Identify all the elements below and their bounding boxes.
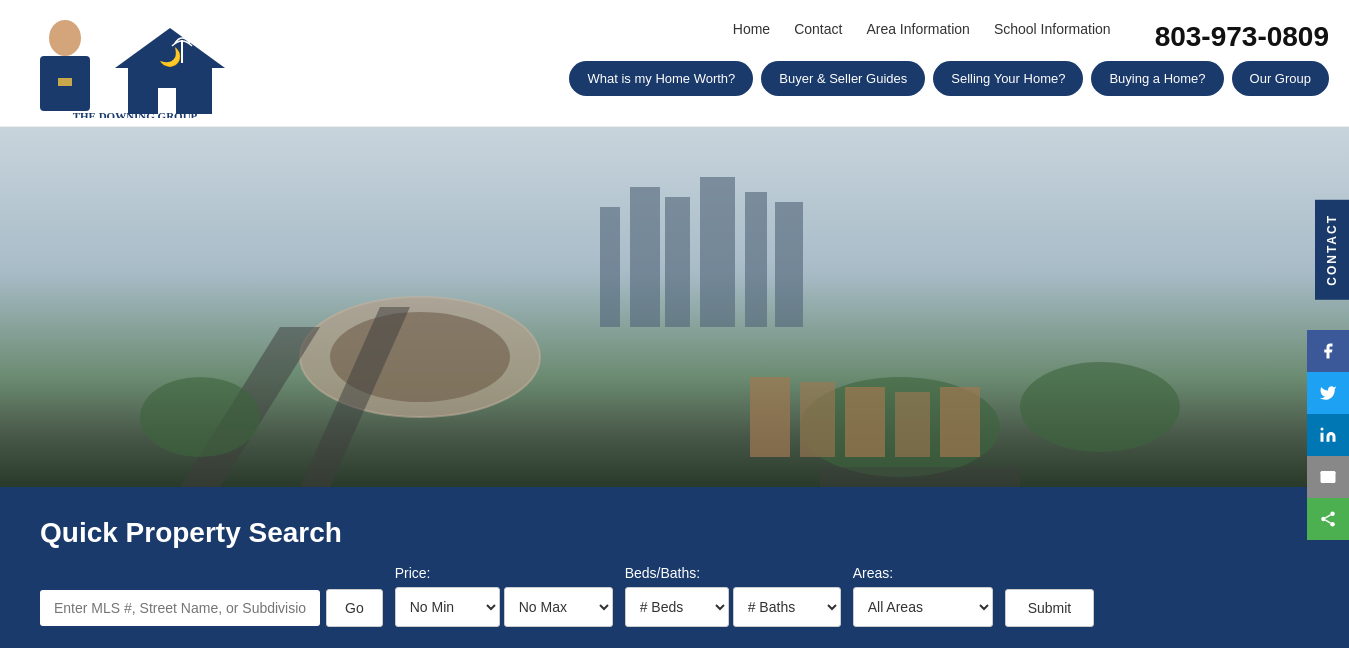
twitter-button[interactable] xyxy=(1307,372,1349,414)
svg-point-1 xyxy=(1330,512,1335,517)
price-max-select[interactable]: No Max xyxy=(504,587,613,627)
search-section: Quick Property Search Go Price: No Min N… xyxy=(0,487,1349,648)
svg-rect-19 xyxy=(700,177,735,327)
email-button[interactable] xyxy=(1307,456,1349,498)
price-field-group: Price: No Min No Max xyxy=(395,565,613,627)
svg-rect-32 xyxy=(895,392,930,457)
svg-point-28 xyxy=(1020,362,1180,452)
nav-home[interactable]: Home xyxy=(733,21,770,53)
home-worth-button[interactable]: What is my Home Worth? xyxy=(569,61,753,96)
buying-home-button[interactable]: Buying a Home? xyxy=(1091,61,1223,96)
beds-baths-field-group: Beds/Baths: # Beds # Baths xyxy=(625,565,841,627)
svg-rect-34 xyxy=(820,467,1020,487)
svg-line-4 xyxy=(1325,520,1330,523)
buyer-seller-guides-button[interactable]: Buyer & Seller Guides xyxy=(761,61,925,96)
beds-select[interactable]: # Beds xyxy=(625,587,729,627)
svg-line-5 xyxy=(1325,515,1330,518)
areas-select[interactable]: All Areas xyxy=(853,587,993,627)
svg-point-3 xyxy=(1330,522,1335,527)
svg-rect-30 xyxy=(800,382,835,457)
header: 🌙 THE DOWNING GROUP Home Contact Area In… xyxy=(0,0,1349,127)
svg-rect-33 xyxy=(940,387,980,457)
svg-rect-18 xyxy=(665,197,690,327)
nav-school-info[interactable]: School Information xyxy=(994,21,1111,53)
svg-rect-17 xyxy=(630,187,660,327)
svg-text:THE DOWNING GROUP: THE DOWNING GROUP xyxy=(73,110,198,118)
contact-sidebar[interactable]: CONTACT xyxy=(1315,200,1349,300)
areas-field-group: Areas: All Areas xyxy=(853,565,993,627)
svg-point-2 xyxy=(1321,517,1326,522)
social-sidebar xyxy=(1307,330,1349,540)
svg-text:🌙: 🌙 xyxy=(159,46,182,68)
nav-contact[interactable]: Contact xyxy=(794,21,842,53)
areas-label: Areas: xyxy=(853,565,993,581)
contact-tab-label[interactable]: CONTACT xyxy=(1315,200,1349,300)
price-min-select[interactable]: No Min xyxy=(395,587,500,627)
nav-area-info[interactable]: Area Information xyxy=(866,21,970,53)
search-form: Go Price: No Min No Max Beds/Baths: # Be… xyxy=(40,565,1309,627)
svg-point-6 xyxy=(49,20,81,56)
selling-home-button[interactable]: Selling Your Home? xyxy=(933,61,1083,96)
beds-baths-label: Beds/Baths: xyxy=(625,565,841,581)
logo-area: 🌙 THE DOWNING GROUP xyxy=(20,8,250,118)
svg-rect-29 xyxy=(750,377,790,457)
hero-image xyxy=(0,127,1349,487)
svg-rect-20 xyxy=(745,192,767,327)
facebook-button[interactable] xyxy=(1307,330,1349,372)
mls-search-input[interactable] xyxy=(40,590,320,626)
price-label: Price: xyxy=(395,565,613,581)
svg-point-0 xyxy=(1321,428,1324,431)
share-button[interactable] xyxy=(1307,498,1349,540)
search-title: Quick Property Search xyxy=(40,517,1309,549)
svg-point-26 xyxy=(140,377,260,457)
svg-rect-31 xyxy=(845,387,885,457)
go-button[interactable]: Go xyxy=(326,589,383,627)
svg-rect-16 xyxy=(600,207,620,327)
our-group-button[interactable]: Our Group xyxy=(1232,61,1329,96)
linkedin-button[interactable] xyxy=(1307,414,1349,456)
phone-number: 803-973-0809 xyxy=(1155,21,1329,53)
nav-buttons: What is my Home Worth? Buyer & Seller Gu… xyxy=(569,61,1329,106)
svg-rect-21 xyxy=(775,202,803,327)
nav-right: Home Contact Area Information School Inf… xyxy=(569,21,1329,106)
baths-select[interactable]: # Baths xyxy=(733,587,841,627)
top-nav-links: Home Contact Area Information School Inf… xyxy=(733,21,1329,53)
svg-rect-8 xyxy=(58,78,72,86)
submit-button[interactable]: Submit xyxy=(1005,589,1095,627)
